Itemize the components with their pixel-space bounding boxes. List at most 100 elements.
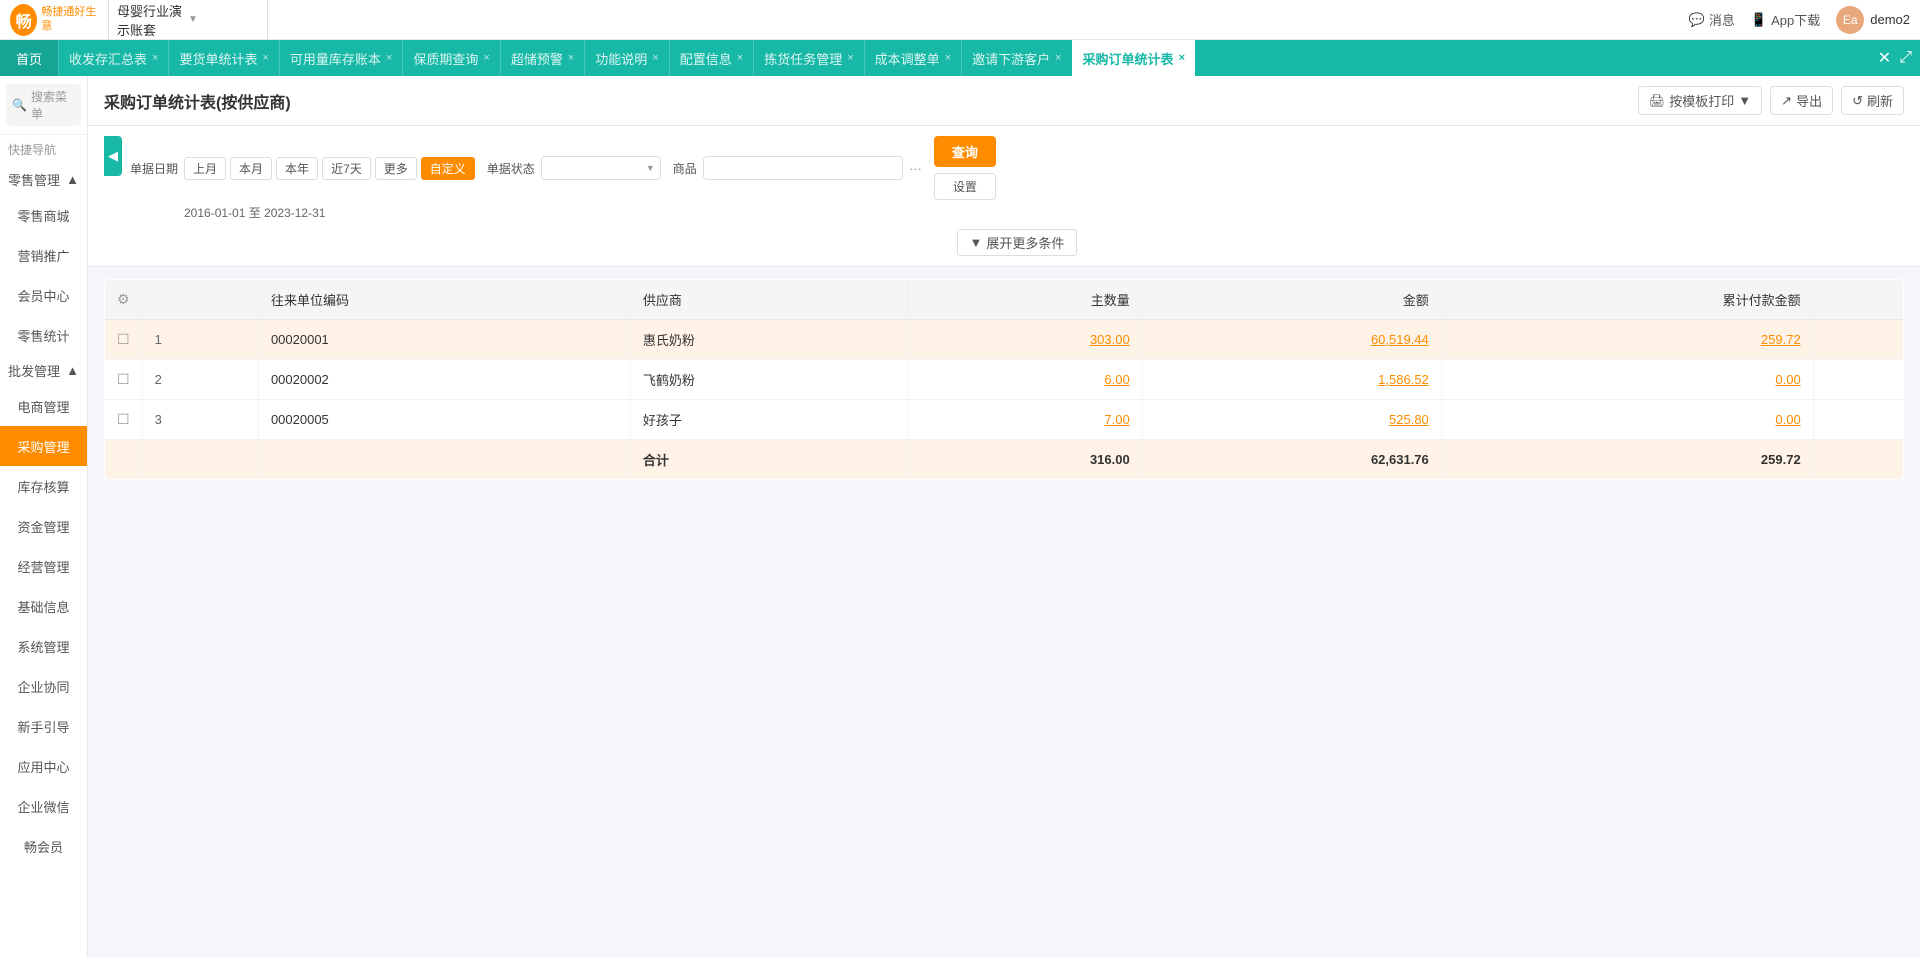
td-qty-3[interactable]: 7.00 bbox=[908, 400, 1142, 440]
tab-close[interactable]: × bbox=[483, 52, 489, 64]
tab-close[interactable]: × bbox=[737, 52, 743, 64]
td-checkbox-2[interactable]: ☐ bbox=[105, 360, 143, 400]
sidebar-item-retail-mgmt[interactable]: 零售管理 ▲ bbox=[0, 164, 87, 195]
sidebar-item-wechat[interactable]: 企业微信 bbox=[0, 786, 87, 826]
td-paid-2[interactable]: 0.00 bbox=[1441, 360, 1813, 400]
print-icon: 🖨 bbox=[1649, 93, 1666, 109]
date-btn-lastmonth[interactable]: 上月 bbox=[184, 157, 226, 180]
sidebar-item-wholesale[interactable]: 批发管理 ▲ bbox=[0, 355, 87, 386]
sidebar-item-ecommerce[interactable]: 电商管理 bbox=[0, 386, 87, 426]
tab-bar: 首页 收发存汇总表 × 要货单统计表 × 可用量库存账本 × 保质期查询 × 超… bbox=[0, 40, 1920, 76]
page-actions: 🖨 按模板打印 ▼ ↗ 导出 ↺ 刷新 bbox=[1638, 86, 1904, 115]
sidebar-item-purchase[interactable]: 采购管理 bbox=[0, 426, 87, 466]
td-amount-2[interactable]: 1,586.52 bbox=[1142, 360, 1441, 400]
date-btn-more[interactable]: 更多 bbox=[375, 157, 417, 180]
expand-button[interactable]: ▼ 展开更多条件 bbox=[957, 229, 1078, 256]
message-icon: 💬 bbox=[1689, 12, 1705, 28]
store-dropdown-arrow: ▼ bbox=[188, 14, 259, 25]
date-btn-7days[interactable]: 近7天 bbox=[322, 157, 371, 180]
sidebar-item-member[interactable]: 会员中心 bbox=[0, 275, 87, 315]
tab-home[interactable]: 首页 bbox=[0, 40, 58, 76]
tab-close[interactable]: × bbox=[262, 52, 268, 64]
setting-button[interactable]: 设置 bbox=[934, 173, 996, 200]
sidebar-item-member2[interactable]: 畅会员 bbox=[0, 826, 87, 866]
query-button[interactable]: 查询 bbox=[934, 136, 996, 167]
tab-gongneng[interactable]: 功能说明 × bbox=[584, 40, 668, 76]
sidebar-item-app-center[interactable]: 应用中心 bbox=[0, 746, 87, 786]
sidebar-item-inventory[interactable]: 库存核算 bbox=[0, 466, 87, 506]
header-checkbox[interactable]: ⚙ bbox=[117, 291, 130, 307]
app-download-label: App下载 bbox=[1771, 10, 1820, 29]
sidebar-item-retail-stats[interactable]: 零售统计 bbox=[0, 315, 87, 355]
tab-chengben[interactable]: 成本调整单 × bbox=[864, 40, 961, 76]
tab-jianhuo[interactable]: 拣货任务管理 × bbox=[753, 40, 863, 76]
th-quantity: 主数量 bbox=[908, 280, 1142, 320]
sidebar: 🔍 搜索菜单 快捷导航 零售管理 ▲ 零售商城 营销推广 会员中心 零售统计 批… bbox=[0, 76, 88, 957]
tab-close[interactable]: × bbox=[652, 52, 658, 64]
tab-chaochuyujing[interactable]: 超储预警 × bbox=[500, 40, 584, 76]
template-print-button[interactable]: 🖨 按模板打印 ▼ bbox=[1638, 86, 1762, 115]
tab-close[interactable]: × bbox=[945, 52, 951, 64]
refresh-button[interactable]: ↺ 刷新 bbox=[1841, 86, 1904, 115]
tab-close[interactable]: × bbox=[152, 52, 158, 64]
td-paid-1[interactable]: 259.72 bbox=[1441, 320, 1813, 360]
sidebar-item-basic-info[interactable]: 基础信息 bbox=[0, 586, 87, 626]
tab-close[interactable]: × bbox=[847, 52, 853, 64]
app-download-button[interactable]: 📱 App下载 bbox=[1751, 10, 1820, 29]
tab-peizhixinxi[interactable]: 配置信息 × bbox=[669, 40, 753, 76]
chevron-down-icon-wholesale: ▲ bbox=[66, 363, 79, 378]
td-amount-1[interactable]: 60,519.44 bbox=[1142, 320, 1441, 360]
td-extra-1 bbox=[1813, 320, 1903, 360]
sidebar-search-box[interactable]: 🔍 搜索菜单 bbox=[6, 84, 81, 126]
td-qty-1[interactable]: 303.00 bbox=[908, 320, 1142, 360]
tab-close[interactable]: × bbox=[568, 52, 574, 64]
message-button[interactable]: 💬 消息 bbox=[1689, 10, 1735, 29]
tab-close[interactable]: × bbox=[386, 52, 392, 64]
tab-yaoqing[interactable]: 邀请下游客户 × bbox=[961, 40, 1071, 76]
footer-row: 合计 316.00 62,631.76 259.72 bbox=[105, 440, 1904, 480]
date-btn-custom[interactable]: 自定义 bbox=[421, 157, 475, 180]
tab-baozhi[interactable]: 保质期查询 × bbox=[402, 40, 499, 76]
td-supplier-3: 好孩子 bbox=[630, 400, 908, 440]
footer-empty-4 bbox=[1813, 440, 1903, 480]
filter-toggle-button[interactable]: ◀ bbox=[104, 136, 122, 176]
page-header: 采购订单统计表(按供应商) 🖨 按模板打印 ▼ ↗ 导出 ↺ 刷新 bbox=[88, 76, 1920, 126]
sidebar-item-business[interactable]: 经营管理 bbox=[0, 546, 87, 586]
sidebar-item-finance[interactable]: 资金管理 bbox=[0, 506, 87, 546]
store-selector[interactable]: 母婴行业演示账套 ▼ bbox=[108, 0, 268, 44]
expand-icon: ▼ bbox=[970, 235, 983, 250]
goods-label: 商品 bbox=[673, 160, 697, 177]
td-checkbox-1[interactable]: ☐ bbox=[105, 320, 143, 360]
sidebar-item-marketing[interactable]: 营销推广 bbox=[0, 235, 87, 275]
date-filter-group: 单据日期 上月 本月 本年 近7天 更多 自定义 bbox=[130, 157, 475, 180]
td-qty-2[interactable]: 6.00 bbox=[908, 360, 1142, 400]
tab-close-active[interactable]: × bbox=[1179, 52, 1185, 64]
tab-caigou-active[interactable]: 采购订单统计表 × bbox=[1072, 40, 1195, 76]
date-label: 单据日期 bbox=[130, 160, 178, 177]
sidebar-item-system[interactable]: 系统管理 bbox=[0, 626, 87, 666]
td-supplier-2: 飞鹤奶粉 bbox=[630, 360, 908, 400]
goods-more-icon[interactable]: ··· bbox=[909, 161, 922, 176]
td-extra-3 bbox=[1813, 400, 1903, 440]
tab-close[interactable]: × bbox=[1055, 52, 1061, 64]
tab-close-all[interactable]: ✕ bbox=[1878, 48, 1891, 68]
td-checkbox-3[interactable]: ☐ bbox=[105, 400, 143, 440]
tab-bar-end: ✕ ⤢ bbox=[1870, 48, 1920, 68]
tab-yaohuo[interactable]: 要货单统计表 × bbox=[168, 40, 278, 76]
sidebar-search-area: 🔍 搜索菜单 bbox=[0, 76, 87, 135]
tab-maximize[interactable]: ⤢ bbox=[1899, 49, 1912, 67]
sidebar-item-guide[interactable]: 新手引导 bbox=[0, 706, 87, 746]
td-amount-3[interactable]: 525.80 bbox=[1142, 400, 1441, 440]
goods-input[interactable] bbox=[703, 156, 903, 180]
export-button[interactable]: ↗ 导出 bbox=[1770, 86, 1833, 115]
footer-empty-3 bbox=[258, 440, 630, 480]
date-btn-thisyear[interactable]: 本年 bbox=[276, 157, 318, 180]
td-paid-3[interactable]: 0.00 bbox=[1441, 400, 1813, 440]
date-btn-thismonth[interactable]: 本月 bbox=[230, 157, 272, 180]
status-select[interactable] bbox=[541, 156, 661, 180]
sidebar-item-collab[interactable]: 企业协同 bbox=[0, 666, 87, 706]
footer-label: 合计 bbox=[630, 440, 908, 480]
sidebar-item-retail-mall[interactable]: 零售商城 bbox=[0, 195, 87, 235]
tab-keyongliang[interactable]: 可用量库存账本 × bbox=[279, 40, 402, 76]
tab-shoufa[interactable]: 收发存汇总表 × bbox=[58, 40, 168, 76]
